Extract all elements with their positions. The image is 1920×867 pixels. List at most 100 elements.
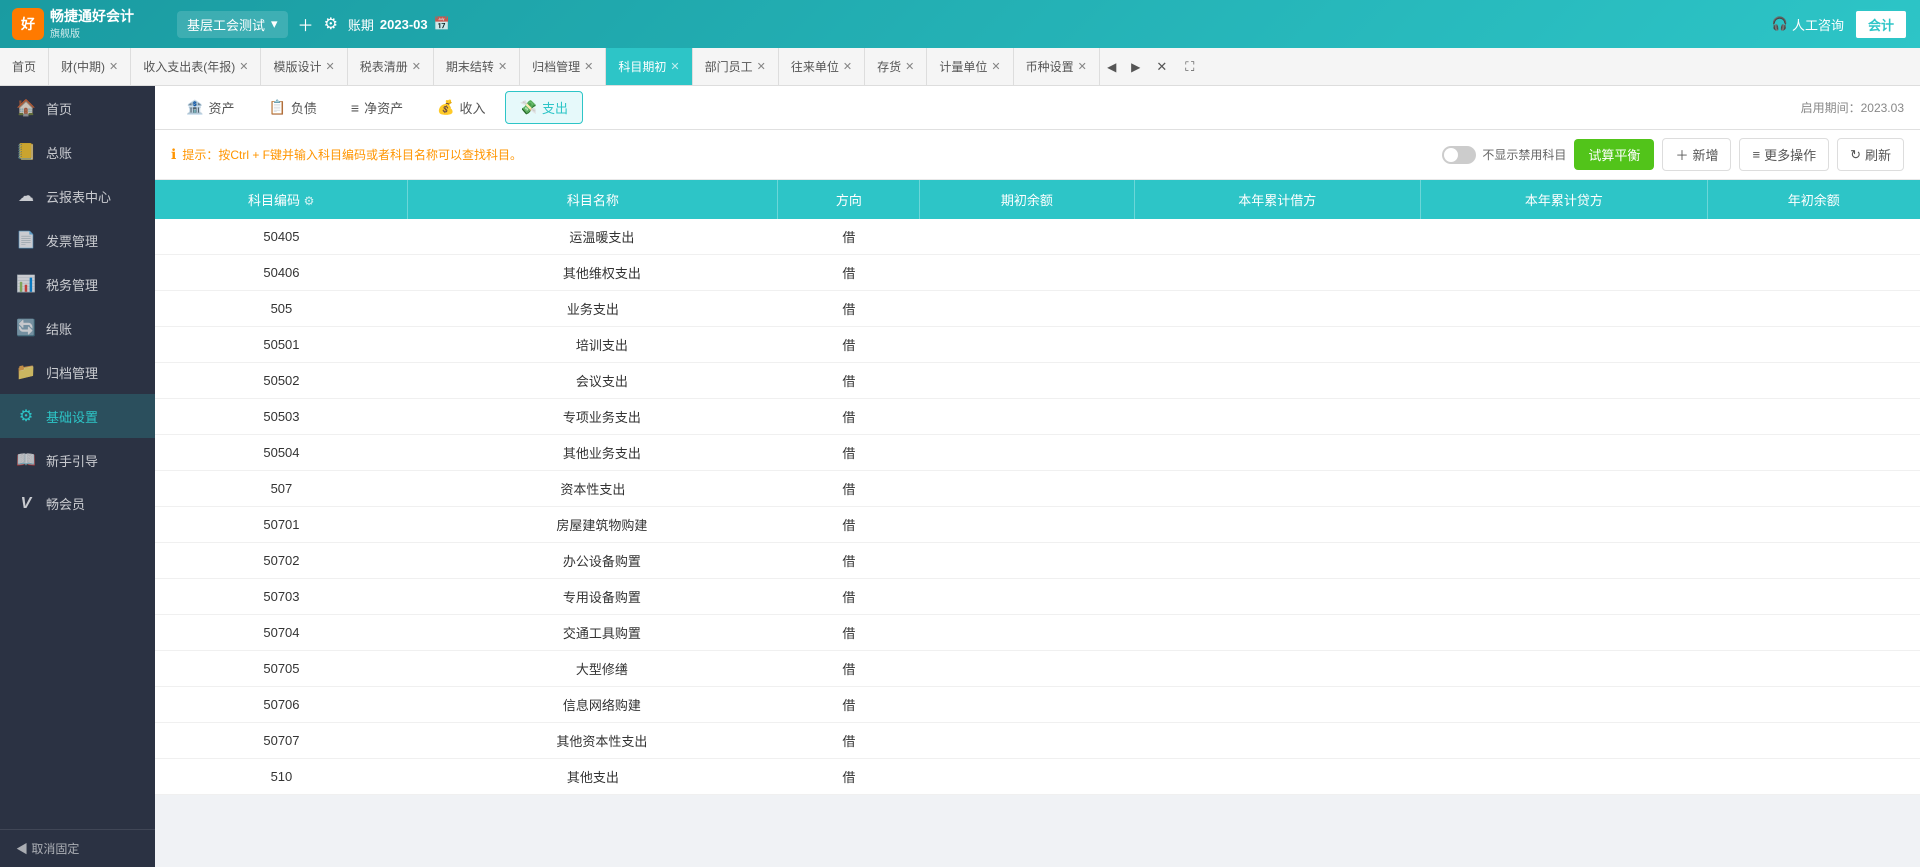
content-area: 🏦 资产 📋 负债 ≡ 净资产 💰 收入 💸 支出 启用期间：2023.03 — [155, 86, 1920, 867]
table-row[interactable]: 50406 其他维权支出 借 — [155, 255, 1920, 291]
table-row[interactable]: 50502 会议支出 借 — [155, 363, 1920, 399]
more-button[interactable]: ≡ 更多操作 — [1739, 138, 1829, 171]
toggle-disabled-subject[interactable] — [1442, 146, 1476, 164]
sub-tab-liability[interactable]: 📋 负债 — [253, 91, 331, 124]
table-row[interactable]: 50701 房屋建筑物购建 借 — [155, 507, 1920, 543]
table-row[interactable]: 50501 培训支出 借 — [155, 327, 1920, 363]
tab-archive[interactable]: 归档管理 ✕ — [520, 48, 606, 85]
sidebar-item-home[interactable]: 🏠 首页 — [0, 86, 155, 130]
add-button[interactable]: ＋ 新增 — [1662, 138, 1731, 171]
help-button[interactable]: 🎧 人工咨询 — [1772, 15, 1844, 34]
cell-dir: 借 — [778, 543, 920, 579]
tab-template-label: 模版设计 — [273, 58, 321, 75]
table-row[interactable]: 50504 其他业务支出 借 — [155, 435, 1920, 471]
account-button[interactable]: 会计 — [1854, 9, 1908, 40]
sidebar-item-invoice[interactable]: 📄 发票管理 — [0, 218, 155, 262]
sub-tab-income[interactable]: 💰 收入 — [422, 91, 500, 124]
sidebar-label-tax: 税务管理 — [46, 275, 98, 294]
tab-dept[interactable]: 部门员工 ✕ — [693, 48, 779, 85]
sidebar-item-report[interactable]: ☁ 云报表中心 — [0, 174, 155, 218]
cell-code: 507 — [155, 471, 408, 507]
tab-partner[interactable]: 往来单位 ✕ — [779, 48, 865, 85]
cell-year-begin — [1707, 723, 1920, 759]
sidebar-label-guide: 新手引导 — [46, 451, 98, 470]
tab-dept-close[interactable]: ✕ — [757, 60, 766, 73]
tab-home[interactable]: 首页 — [0, 48, 49, 85]
cell-code: 50707 — [155, 723, 408, 759]
table-row[interactable]: 50702 办公设备购置 借 — [155, 543, 1920, 579]
tab-archive-close[interactable]: ✕ — [584, 60, 593, 73]
tab-expand-btn[interactable]: ⛶ — [1176, 48, 1204, 85]
sidebar-item-tax[interactable]: 📊 税务管理 — [0, 262, 155, 306]
tab-period-end[interactable]: 期末结转 ✕ — [434, 48, 520, 85]
tab-currency-close[interactable]: ✕ — [1078, 60, 1087, 73]
cell-annual-credit — [1421, 723, 1708, 759]
table-row[interactable]: 50706 信息网络购建 借 — [155, 687, 1920, 723]
col-settings-icon[interactable]: ⚙ — [304, 194, 315, 208]
tab-partner-close[interactable]: ✕ — [843, 60, 852, 73]
tab-template[interactable]: 模版设计 ✕ — [261, 48, 347, 85]
tab-income-annual[interactable]: 收入支出表(年报) ✕ — [131, 48, 261, 85]
sidebar-item-close[interactable]: 🔄 结账 — [0, 306, 155, 350]
tab-inventory-close[interactable]: ✕ — [905, 60, 914, 73]
tab-unit[interactable]: 计量单位 ✕ — [927, 48, 1013, 85]
tab-currency[interactable]: 币种设置 ✕ — [1014, 48, 1100, 85]
table-row[interactable]: 50703 专用设备购置 借 — [155, 579, 1920, 615]
cell-name: 专项业务支出 — [408, 399, 778, 435]
add-tab-icon[interactable]: ＋ — [298, 12, 314, 36]
income-icon: 💰 — [437, 99, 454, 116]
toggle-label: 不显示禁用科目 — [1482, 146, 1566, 163]
cell-code: 50405 — [155, 219, 408, 255]
tab-tax[interactable]: 税表清册 ✕ — [348, 48, 434, 85]
table-row[interactable]: 50503 专项业务支出 借 — [155, 399, 1920, 435]
toggle-area: 不显示禁用科目 — [1442, 146, 1566, 164]
tab-template-close[interactable]: ✕ — [325, 60, 334, 73]
cell-annual-credit — [1421, 399, 1708, 435]
tab-prev-btn[interactable]: ◀ — [1100, 48, 1124, 85]
tab-finance-mid[interactable]: 财(中期) ✕ — [49, 48, 131, 85]
cell-dir: 借 — [778, 435, 920, 471]
sub-tab-equity[interactable]: ≡ 净资产 — [336, 91, 418, 124]
cell-year-begin — [1707, 507, 1920, 543]
balance-button[interactable]: 试算平衡 — [1574, 139, 1654, 170]
tab-inventory[interactable]: 存货 ✕ — [865, 48, 927, 85]
settings-icon[interactable]: ⚙ — [324, 14, 338, 34]
headset-icon: 🎧 — [1772, 16, 1788, 32]
cell-begin-balance — [920, 363, 1134, 399]
tab-next-btn[interactable]: ▶ — [1124, 48, 1148, 85]
tab-unit-close[interactable]: ✕ — [991, 60, 1000, 73]
cell-name: 大型修缮 — [408, 651, 778, 687]
tab-subject-init[interactable]: 科目期初 ✕ — [606, 48, 692, 85]
tab-close-all-btn[interactable]: ✕ — [1148, 48, 1176, 85]
table-row[interactable]: 505 业务支出 借 — [155, 291, 1920, 327]
tab-inventory-label: 存货 — [877, 58, 901, 75]
table-row[interactable]: 50705 大型修缮 借 — [155, 651, 1920, 687]
more-label: 更多操作 — [1764, 145, 1816, 164]
sub-tab-expense[interactable]: 💸 支出 — [505, 91, 583, 124]
table-row[interactable]: 50704 交通工具购置 借 — [155, 615, 1920, 651]
table-row[interactable]: 507 资本性支出 借 — [155, 471, 1920, 507]
tab-finance-mid-close[interactable]: ✕ — [109, 60, 118, 73]
tab-period-end-close[interactable]: ✕ — [498, 60, 507, 73]
cell-year-begin — [1707, 759, 1920, 795]
table-row[interactable]: 50707 其他资本性支出 借 — [155, 723, 1920, 759]
sidebar-item-archive[interactable]: 📁 归档管理 — [0, 350, 155, 394]
sidebar-item-guide[interactable]: 📖 新手引导 — [0, 438, 155, 482]
table-row[interactable]: 510 其他支出 借 — [155, 759, 1920, 795]
tab-tax-close[interactable]: ✕ — [412, 60, 421, 73]
period-area: 账期 2023-03 📅 — [348, 15, 450, 34]
notice-bar: ℹ 提示：按Ctrl + F键并输入科目编码或者科目名称可以查找科目。 — [171, 146, 1426, 163]
sub-tab-asset[interactable]: 🏦 资产 — [171, 91, 249, 124]
table-row[interactable]: 50405 运温暖支出 借 — [155, 219, 1920, 255]
sidebar-collapse-btn[interactable]: ◀ 取消固定 — [0, 829, 155, 867]
refresh-button[interactable]: ↻ 刷新 — [1837, 138, 1904, 171]
cell-code: 50706 — [155, 687, 408, 723]
sidebar-item-member[interactable]: V 畅会员 — [0, 482, 155, 525]
cell-annual-debit — [1134, 471, 1421, 507]
calendar-icon[interactable]: 📅 — [434, 16, 450, 32]
sidebar-item-ledger[interactable]: 📒 总账 — [0, 130, 155, 174]
company-selector[interactable]: 基层工会测试 ▾ — [177, 11, 288, 38]
tab-subject-init-close[interactable]: ✕ — [670, 60, 679, 73]
tab-income-annual-close[interactable]: ✕ — [239, 60, 248, 73]
sidebar-item-settings[interactable]: ⚙ 基础设置 — [0, 394, 155, 438]
